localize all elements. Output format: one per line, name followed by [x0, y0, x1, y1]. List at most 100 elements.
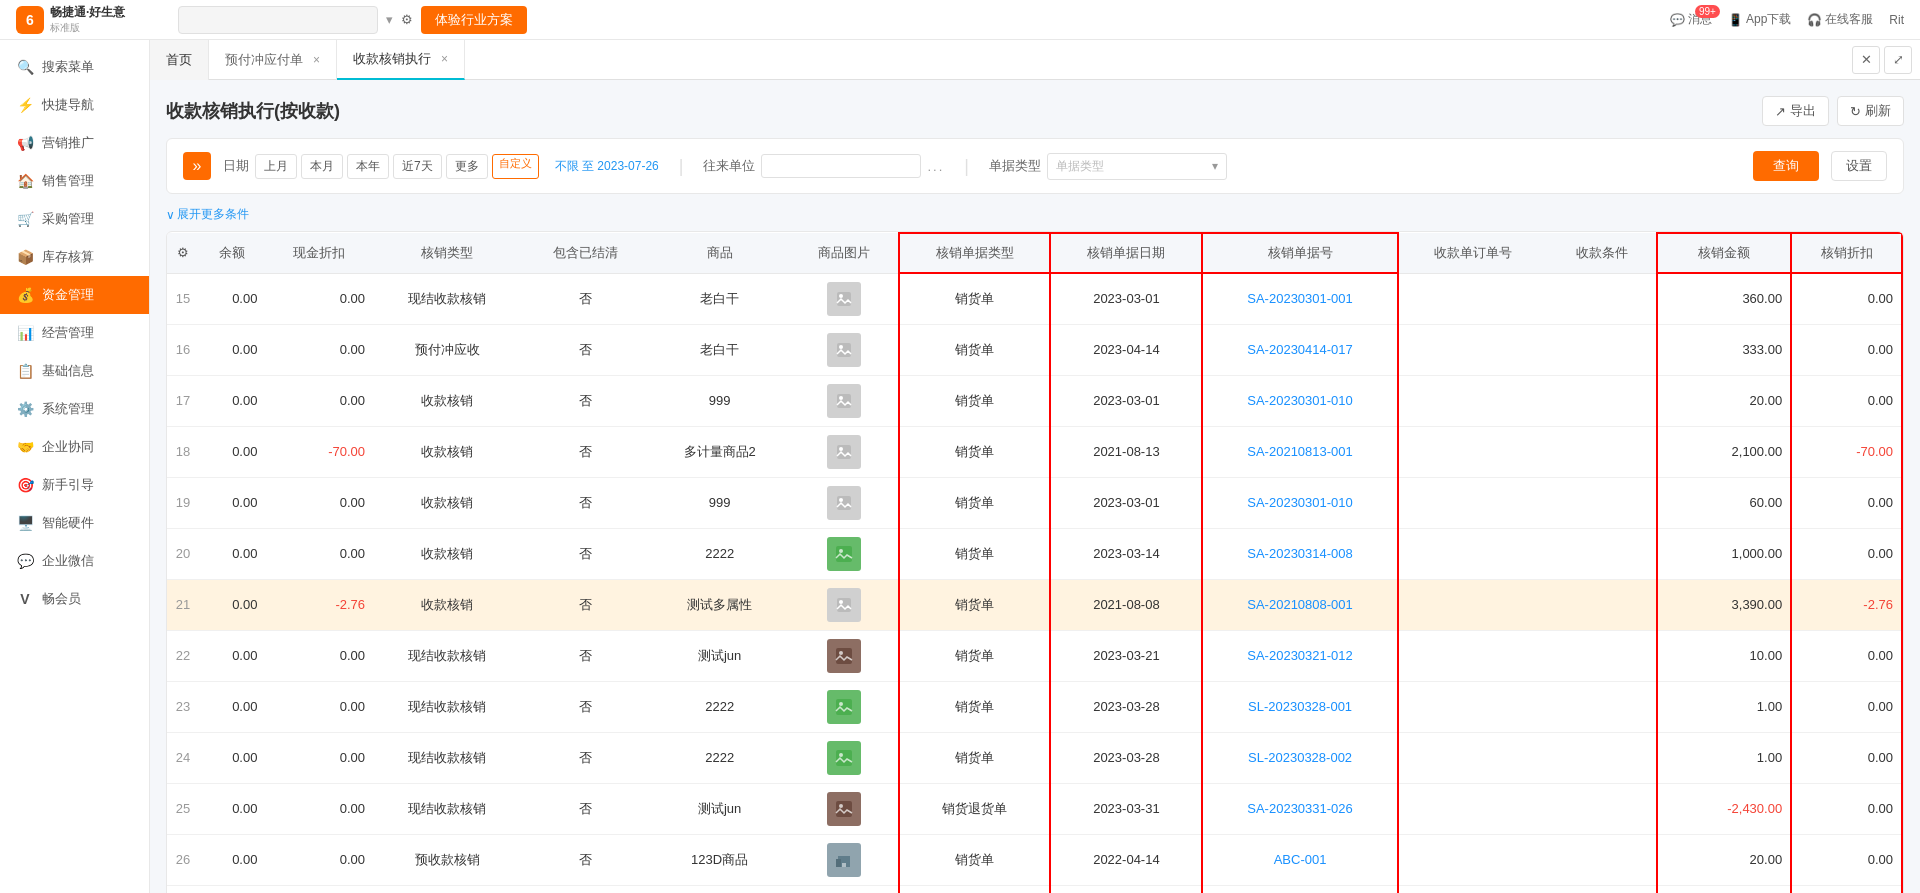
cell-bill-no[interactable]: ABC-001 [1202, 834, 1397, 885]
cart-icon: 🛒 [16, 210, 34, 228]
notification-btn[interactable]: 💬 消息 99+ [1670, 11, 1712, 28]
sidebar-label-purchase: 采购管理 [42, 210, 94, 228]
sidebar-item-quicknav[interactable]: ⚡ 快捷导航 [0, 86, 149, 124]
sidebar-item-hardware[interactable]: 🖥️ 智能硬件 [0, 504, 149, 542]
bill-type-select[interactable]: 单据类型 ▾ [1047, 153, 1227, 180]
sidebar-item-wechat[interactable]: 💬 企业微信 [0, 542, 149, 580]
writeoff-tab-close[interactable]: × [441, 52, 448, 66]
sidebar-item-finance[interactable]: 💰 资金管理 [0, 276, 149, 314]
cell-bill-no[interactable]: SA-20230414-017 [1202, 324, 1397, 375]
home-tab-label: 首页 [166, 51, 192, 69]
column-settings-icon[interactable]: ⚙ [177, 245, 189, 260]
prepay-tab-close[interactable]: × [313, 53, 320, 67]
cell-cash-discount: 0.00 [265, 885, 373, 893]
dropdown-arrow-icon[interactable]: ▾ [386, 12, 393, 27]
cell-write-off-discount: 0.00 [1791, 834, 1902, 885]
cell-write-off-type: 现结收款核销 [373, 273, 522, 324]
cell-bill-no[interactable]: SA-20210813-001 [1202, 426, 1397, 477]
svg-point-7 [839, 447, 843, 451]
notification-badge: 99+ [1695, 5, 1720, 18]
unit-input[interactable] [761, 154, 921, 178]
this-year-btn[interactable]: 本年 [347, 154, 389, 179]
cell-receipt-order-no [1398, 426, 1548, 477]
cell-receipt-order-no [1398, 273, 1548, 324]
sidebar-item-basicinfo[interactable]: 📋 基础信息 [0, 352, 149, 390]
settings-filter-btn[interactable]: 设置 [1831, 151, 1887, 181]
cell-receipt-terms [1548, 579, 1657, 630]
cell-bill-no[interactable]: SA-20230301-001 [1202, 273, 1397, 324]
cell-include-settled: 否 [522, 477, 650, 528]
trial-btn[interactable]: 体验行业方案 [421, 6, 527, 34]
user-name[interactable]: Rit [1889, 13, 1904, 27]
cell-bill-no[interactable]: SL-20230328-002 [1202, 732, 1397, 783]
cell-bill-no[interactable]: SA-20230301-010 [1202, 375, 1397, 426]
export-btn[interactable]: ↗ 导出 [1762, 96, 1829, 126]
cell-write-off-discount: 0.00 [1791, 273, 1902, 324]
tab-writeoff[interactable]: 收款核销执行 × [337, 40, 465, 80]
svg-point-11 [839, 549, 843, 553]
tab-prepay[interactable]: 预付冲应付单 × [209, 40, 337, 80]
cell-bill-no[interactable]: SL-20230328-001 [1202, 681, 1397, 732]
cell-bill-no[interactable]: SA-20230321-012 [1202, 630, 1397, 681]
query-btn[interactable]: 查询 [1753, 151, 1819, 181]
sidebar-item-search[interactable]: 🔍 搜索菜单 [0, 48, 149, 86]
cell-bill-no[interactable]: SA-20230331-026 [1202, 783, 1397, 834]
page-content: 收款核销执行(按收款) ↗ 导出 ↻ 刷新 » 日期 [150, 80, 1920, 893]
sidebar-item-inventory[interactable]: 📦 库存核算 [0, 238, 149, 276]
sidebar-item-guide[interactable]: 🎯 新手引导 [0, 466, 149, 504]
last-7-days-btn[interactable]: 近7天 [393, 154, 442, 179]
sidebar-item-system[interactable]: ⚙️ 系统管理 [0, 390, 149, 428]
sidebar-item-marketing[interactable]: 📢 营销推广 [0, 124, 149, 162]
cell-balance: 0.00 [199, 579, 265, 630]
svg-rect-18 [836, 750, 852, 766]
tab-close-all-btn[interactable]: ✕ [1852, 46, 1880, 74]
top-bar: 6 畅捷通·好生意 标准版 ▾ ⚙ 体验行业方案 💬 消息 99+ 📱 App下… [0, 0, 1920, 40]
sidebar-label-wechat: 企业微信 [42, 552, 94, 570]
cell-product: 2222 [650, 528, 790, 579]
refresh-btn[interactable]: ↻ 刷新 [1837, 96, 1904, 126]
sidebar-item-sales[interactable]: 🏠 销售管理 [0, 162, 149, 200]
sidebar-item-member[interactable]: V 畅会员 [0, 580, 149, 618]
app-download-btn[interactable]: 📱 App下载 [1728, 11, 1791, 28]
cell-receipt-terms [1548, 732, 1657, 783]
cell-write-off-type: 收款核销 [373, 426, 522, 477]
product-image [827, 384, 861, 418]
cell-include-settled: 否 [522, 681, 650, 732]
cell-receipt-order-no [1398, 834, 1548, 885]
cell-bill-no[interactable]: SL-20230408-001 [1202, 885, 1397, 893]
expand-more-btn[interactable]: ∨ 展开更多条件 [166, 206, 1904, 223]
th-bill-date: 核销单据日期 [1050, 233, 1202, 273]
flash-icon: ⚡ [16, 96, 34, 114]
cell-bill-no[interactable]: SA-20230314-008 [1202, 528, 1397, 579]
sidebar-item-purchase[interactable]: 🛒 采购管理 [0, 200, 149, 238]
cell-write-off-amount: 360.00 [1657, 273, 1791, 324]
cell-receipt-order-no [1398, 579, 1548, 630]
prepay-tab-label: 预付冲应付单 [225, 51, 303, 69]
cell-bill-date: 2023-03-01 [1050, 375, 1202, 426]
cell-product-img [789, 528, 898, 579]
sidebar-item-collab[interactable]: 🤝 企业协同 [0, 428, 149, 466]
tab-home[interactable]: 首页 [150, 40, 209, 80]
tab-restore-btn[interactable]: ⤢ [1884, 46, 1912, 74]
this-month-btn[interactable]: 本月 [301, 154, 343, 179]
product-image [827, 843, 861, 877]
sidebar-item-management[interactable]: 📊 经营管理 [0, 314, 149, 352]
settings-icon[interactable]: ⚙ [401, 12, 413, 27]
last-month-btn[interactable]: 上月 [255, 154, 297, 179]
cell-product-img [789, 375, 898, 426]
cell-cash-discount: 0.00 [265, 528, 373, 579]
cell-write-off-type: 现结收款核销 [373, 630, 522, 681]
cell-bill-no[interactable]: SA-20210808-001 [1202, 579, 1397, 630]
cell-receipt-terms [1548, 630, 1657, 681]
svg-point-17 [839, 702, 843, 706]
table-row: 25 0.00 0.00 现结收款核销 否 测试jun 销货退货单 2023-0… [167, 783, 1902, 834]
filter-expand-btn[interactable]: » [183, 152, 211, 180]
sidebar: 🔍 搜索菜单 ⚡ 快捷导航 📢 营销推广 🏠 销售管理 🛒 采购管理 📦 库存核… [0, 40, 150, 893]
cell-balance: 0.00 [199, 885, 265, 893]
cell-product-img [789, 885, 898, 893]
th-write-off-type: 核销类型 [373, 233, 522, 273]
cell-bill-type: 销货单 [899, 477, 1051, 528]
online-service-btn[interactable]: 🎧 在线客服 [1807, 11, 1873, 28]
more-btn[interactable]: 更多 [446, 154, 488, 179]
cell-bill-no[interactable]: SA-20230301-010 [1202, 477, 1397, 528]
